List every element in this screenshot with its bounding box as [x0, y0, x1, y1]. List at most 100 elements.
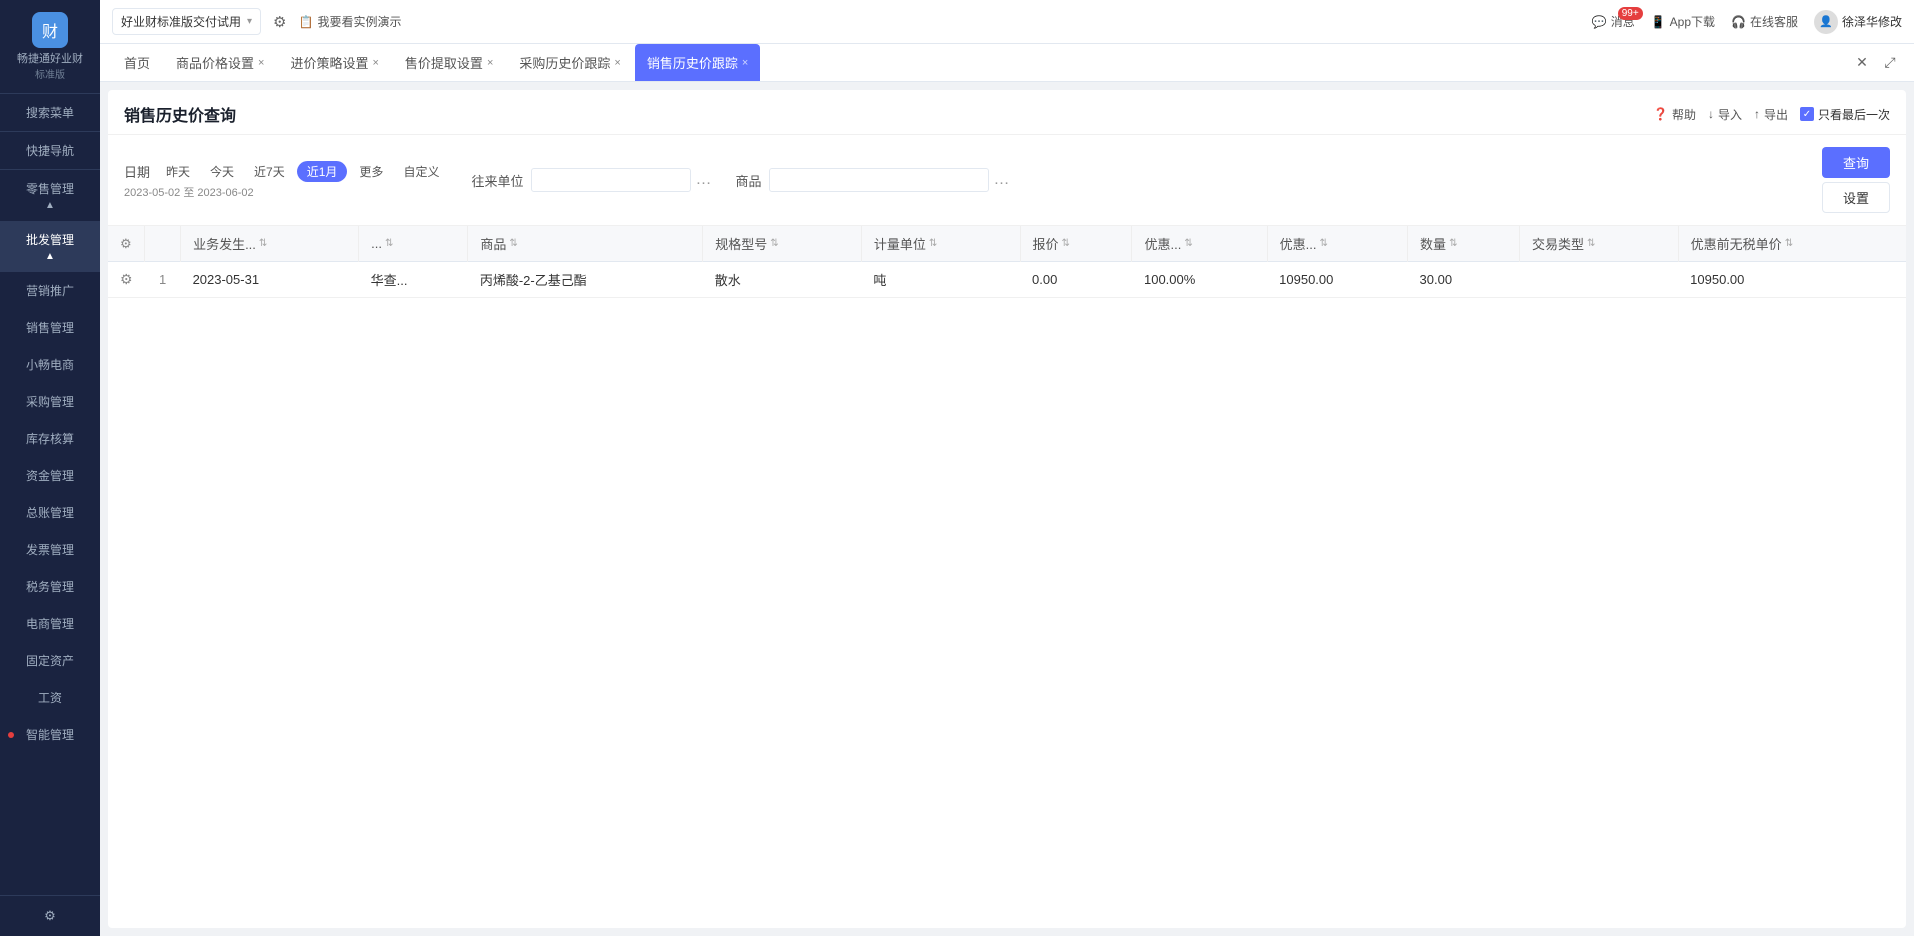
- headset-icon: 🎧: [1731, 15, 1746, 29]
- demo-btn[interactable]: 📋 我要看实例演示: [299, 13, 402, 30]
- source-unit-input-group: …: [531, 168, 711, 192]
- online-service-btn[interactable]: 🎧 在线客服: [1731, 13, 1798, 30]
- tab-close-icon[interactable]: ×: [372, 57, 378, 69]
- sort-icon-price: ⇅: [1062, 238, 1070, 249]
- sidebar-item-3[interactable]: 销售管理: [0, 309, 100, 346]
- sidebar-item-1[interactable]: 批发管理▲: [0, 221, 100, 272]
- col-label-spec: 规格型号: [715, 234, 767, 253]
- messages-btn[interactable]: 💬 消息 99+: [1592, 13, 1635, 30]
- col-label-quantity: 数量: [1420, 234, 1446, 253]
- sidebar-item-6[interactable]: 库存核算: [0, 420, 100, 457]
- tab-close-icon[interactable]: ×: [614, 57, 620, 69]
- sidebar-item-10[interactable]: 税务管理: [0, 568, 100, 605]
- sidebar-search[interactable]: 搜索菜单: [0, 94, 100, 132]
- tab-close-icon[interactable]: ×: [258, 57, 264, 69]
- export-btn[interactable]: ↑ 导出: [1754, 106, 1788, 123]
- date-option-1[interactable]: 今天: [202, 161, 242, 182]
- sidebar-item-9[interactable]: 发票管理: [0, 531, 100, 568]
- date-option-3[interactable]: 近1月: [297, 161, 348, 182]
- date-option-0[interactable]: 昨天: [158, 161, 198, 182]
- date-option-4[interactable]: 更多: [351, 161, 391, 182]
- sidebar-item-label: 税务管理: [26, 578, 74, 595]
- query-btn[interactable]: 查询: [1822, 147, 1890, 178]
- sidebar-items: 零售管理▲批发管理▲营销推广销售管理小畅电商采购管理库存核算资金管理总账管理发票…: [0, 170, 100, 753]
- sidebar-item-13[interactable]: 工资: [0, 679, 100, 716]
- workspace-selector[interactable]: 好业财标准版交付试用 ▾: [112, 8, 261, 35]
- table-row[interactable]: ⚙12023-05-31华查...丙烯酸-2-乙基己酯散水吨0.00100.00…: [108, 262, 1906, 298]
- th-product[interactable]: 商品⇅: [468, 226, 703, 262]
- topbar: 好业财标准版交付试用 ▾ ⚙ 📋 我要看实例演示 💬 消息 99+ 📱 App下…: [100, 0, 1914, 44]
- source-unit-filter: 往来单位 …: [471, 168, 711, 192]
- date-filter-group: 日期 昨天今天近7天近1月更多自定义 2023-05-02 至 2023-06-…: [124, 161, 447, 200]
- tab-product-price[interactable]: 商品价格设置×: [164, 44, 276, 81]
- user-profile-btn[interactable]: 👤 徐泽华修改: [1814, 10, 1902, 34]
- tab-close-icon[interactable]: ×: [487, 57, 493, 69]
- th-unit[interactable]: 计量单位⇅: [861, 226, 1020, 262]
- sidebar-item-14[interactable]: 智能管理: [0, 716, 100, 753]
- sidebar-item-label: 零售管理: [26, 180, 74, 197]
- tab-label: 进价策略设置: [290, 53, 368, 72]
- sidebar-item-0[interactable]: 零售管理▲: [0, 170, 100, 221]
- demo-icon: 📋: [299, 15, 314, 29]
- demo-text: 我要看实例演示: [317, 13, 401, 30]
- sidebar-item-5[interactable]: 采购管理: [0, 383, 100, 420]
- th-discount_price[interactable]: 优惠...⇅: [1267, 226, 1407, 262]
- th-more1[interactable]: ...⇅: [359, 226, 468, 262]
- sidebar-item-label: 工资: [38, 689, 62, 706]
- th-price[interactable]: 报价⇅: [1020, 226, 1132, 262]
- sidebar-item-12[interactable]: 固定资产: [0, 642, 100, 679]
- tab-home[interactable]: 首页: [112, 44, 162, 81]
- import-btn[interactable]: ↓ 导入: [1708, 106, 1742, 123]
- help-btn[interactable]: ❓ 帮助: [1653, 106, 1696, 123]
- product-input[interactable]: [769, 168, 989, 192]
- sidebar-item-8[interactable]: 总账管理: [0, 494, 100, 531]
- sidebar-item-7[interactable]: 资金管理: [0, 457, 100, 494]
- th-trade_type[interactable]: 交易类型⇅: [1520, 226, 1679, 262]
- close-tab-btn[interactable]: ✕: [1850, 51, 1874, 75]
- th-discount_rate[interactable]: 优惠...⇅: [1132, 226, 1267, 262]
- logo-text: 畅捷通好业财: [17, 52, 83, 66]
- app-download-btn[interactable]: 📱 App下载: [1651, 13, 1715, 30]
- maximize-tab-btn[interactable]: ⤢: [1878, 51, 1902, 75]
- filter-area: 日期 昨天今天近7天近1月更多自定义 2023-05-02 至 2023-06-…: [108, 135, 1906, 226]
- tab-sale-price-extract[interactable]: 售价提取设置×: [393, 44, 505, 81]
- tab-purchase-strategy[interactable]: 进价策略设置 ×: [278, 44, 390, 81]
- sidebar-item-2[interactable]: 营销推广: [0, 272, 100, 309]
- table-settings-icon[interactable]: ⚙: [120, 236, 132, 251]
- th-pretax_price[interactable]: 优惠前无税单价⇅: [1678, 226, 1906, 262]
- logo-edition: 标准版: [35, 66, 65, 81]
- tab-purchase-history[interactable]: 采购历史价跟踪×: [507, 44, 632, 81]
- sort-icon-pretax_price: ⇅: [1785, 238, 1793, 249]
- tab-sales-history[interactable]: 销售历史价跟踪×: [635, 44, 760, 81]
- settings-btn[interactable]: 设置: [1822, 182, 1890, 213]
- sidebar-nav[interactable]: 快捷导航: [0, 132, 100, 170]
- topbar-settings-icon[interactable]: ⚙: [273, 13, 286, 31]
- sort-icon-spec: ⇅: [770, 238, 778, 249]
- td-discount_rate: 100.00%: [1132, 262, 1267, 298]
- source-unit-input[interactable]: [531, 168, 691, 192]
- col-label-pretax_price: 优惠前无税单价: [1691, 234, 1782, 253]
- only-last-checkbox[interactable]: ✓ 只看最后一次: [1800, 106, 1890, 123]
- product-dots-btn[interactable]: …: [993, 171, 1009, 189]
- sidebar-item-label: 资金管理: [26, 467, 74, 484]
- sidebar-item-11[interactable]: 电商管理: [0, 605, 100, 642]
- source-unit-dots-btn[interactable]: …: [695, 171, 711, 189]
- row-settings-icon[interactable]: ⚙: [120, 271, 133, 287]
- sidebar-settings-btn[interactable]: ⚙: [0, 895, 100, 936]
- th-index: [145, 226, 181, 262]
- sort-icon-discount_rate: ⇅: [1184, 238, 1192, 249]
- online-service-label: 在线客服: [1750, 13, 1798, 30]
- th-spec[interactable]: 规格型号⇅: [703, 226, 862, 262]
- message-icon: 💬: [1592, 15, 1607, 29]
- col-label-discount_rate: 优惠...: [1144, 234, 1181, 253]
- sort-icon-business_date: ⇅: [259, 238, 267, 249]
- date-option-5[interactable]: 自定义: [395, 161, 447, 182]
- tab-close-icon[interactable]: ×: [742, 57, 748, 69]
- table-body: ⚙12023-05-31华查...丙烯酸-2-乙基己酯散水吨0.00100.00…: [108, 262, 1906, 298]
- sidebar-item-4[interactable]: 小畅电商: [0, 346, 100, 383]
- th-quantity[interactable]: 数量⇅: [1408, 226, 1520, 262]
- th-business_date[interactable]: 业务发生...⇅: [181, 226, 359, 262]
- date-option-2[interactable]: 近7天: [246, 161, 293, 182]
- sort-icon-unit: ⇅: [929, 238, 937, 249]
- user-name: 徐泽华修改: [1842, 13, 1902, 30]
